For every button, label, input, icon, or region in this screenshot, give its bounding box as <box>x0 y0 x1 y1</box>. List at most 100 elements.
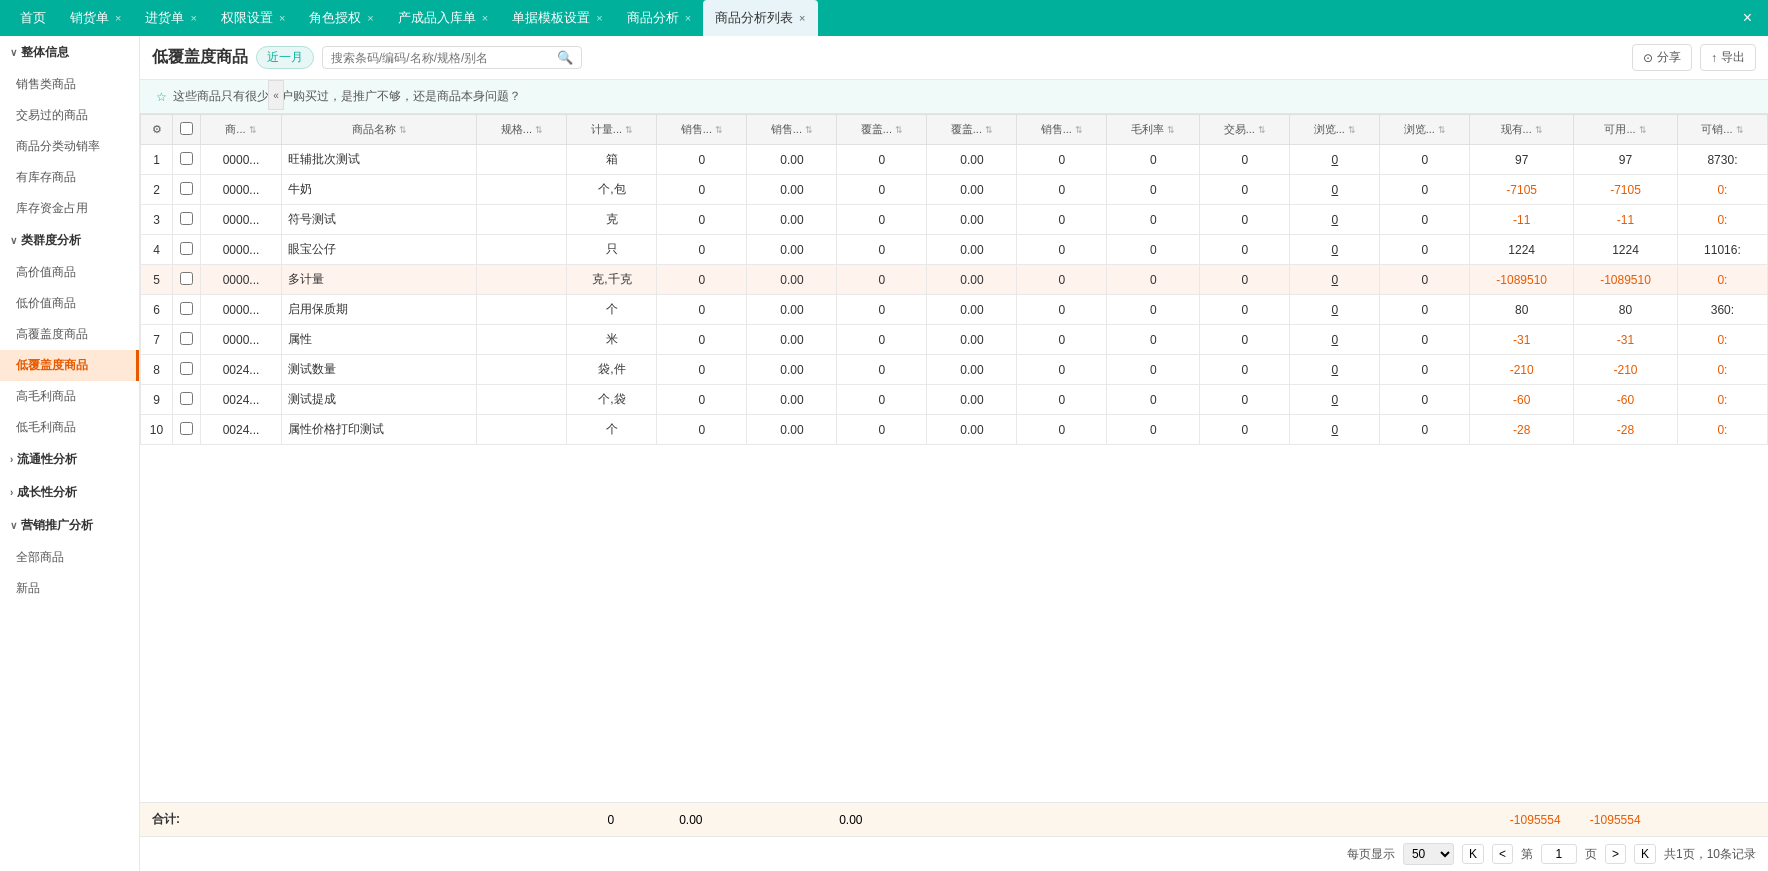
sidebar-item-category-rate[interactable]: 商品分类动销率 <box>0 131 139 162</box>
row-select-checkbox[interactable] <box>180 242 193 255</box>
row-select-checkbox[interactable] <box>180 332 193 345</box>
row-select-checkbox[interactable] <box>180 392 193 405</box>
row-checkbox[interactable] <box>173 145 201 175</box>
close-icon[interactable]: × <box>685 12 691 24</box>
nav-item-product-analysis-list[interactable]: 商品分析列表 × <box>703 0 817 36</box>
nav-item-home[interactable]: 首页 <box>8 0 58 36</box>
sort-icon[interactable]: ⇅ <box>399 125 407 135</box>
row-select-checkbox[interactable] <box>180 152 193 165</box>
page-input[interactable] <box>1541 844 1577 864</box>
nav-item-roles[interactable]: 角色授权 × <box>297 0 385 36</box>
sort-icon[interactable]: ⇅ <box>1258 125 1266 135</box>
row-view1[interactable]: 0 <box>1290 415 1380 445</box>
row-select-checkbox[interactable] <box>180 272 193 285</box>
sort-icon[interactable]: ⇅ <box>1075 125 1083 135</box>
row-view1[interactable]: 0 <box>1290 295 1380 325</box>
row-checkbox[interactable] <box>173 175 201 205</box>
row-view1[interactable]: 0 <box>1290 235 1380 265</box>
row-view1[interactable]: 0 <box>1290 205 1380 235</box>
sidebar-item-traded-goods[interactable]: 交易过的商品 <box>0 100 139 131</box>
sort-icon[interactable]: ⇅ <box>1348 125 1356 135</box>
row-checkbox[interactable] <box>173 415 201 445</box>
search-input[interactable] <box>331 51 557 65</box>
sidebar-collapse-button[interactable]: « <box>268 80 284 110</box>
nav-item-permissions[interactable]: 权限设置 × <box>209 0 297 36</box>
view1-link[interactable]: 0 <box>1331 363 1338 377</box>
sidebar-section-growth[interactable]: › 成长性分析 <box>0 476 139 509</box>
prev-page-button[interactable]: < <box>1492 844 1513 864</box>
row-checkbox[interactable] <box>173 295 201 325</box>
sort-icon[interactable]: ⇅ <box>1535 125 1543 135</box>
row-checkbox[interactable] <box>173 235 201 265</box>
sort-icon[interactable]: ⇅ <box>1639 125 1647 135</box>
row-select-checkbox[interactable] <box>180 422 193 435</box>
row-view1[interactable]: 0 <box>1290 355 1380 385</box>
view1-link[interactable]: 0 <box>1331 303 1338 317</box>
row-view1[interactable]: 0 <box>1290 145 1380 175</box>
nav-item-template-settings[interactable]: 单据模板设置 × <box>500 0 614 36</box>
share-button[interactable]: ⊙ 分享 <box>1632 44 1692 71</box>
last-page-button[interactable]: K <box>1634 844 1656 864</box>
sort-icon[interactable]: ⇅ <box>715 125 723 135</box>
nav-item-finished-goods[interactable]: 产成品入库单 × <box>386 0 500 36</box>
view1-link[interactable]: 0 <box>1331 393 1338 407</box>
sidebar-item-low-coverage[interactable]: 低覆盖度商品 <box>0 350 139 381</box>
close-icon[interactable]: × <box>190 12 196 24</box>
row-checkbox[interactable] <box>173 355 201 385</box>
row-select-checkbox[interactable] <box>180 212 193 225</box>
row-select-checkbox[interactable] <box>180 302 193 315</box>
close-icon[interactable]: × <box>482 12 488 24</box>
row-select-checkbox[interactable] <box>180 182 193 195</box>
sort-icon[interactable]: ⇅ <box>249 125 257 135</box>
view1-link[interactable]: 0 <box>1331 183 1338 197</box>
close-icon[interactable]: × <box>367 12 373 24</box>
first-page-button[interactable]: K <box>1462 844 1484 864</box>
window-close-button[interactable]: × <box>1735 9 1760 27</box>
sort-icon[interactable]: ⇅ <box>625 125 633 135</box>
sort-icon[interactable]: ⇅ <box>1438 125 1446 135</box>
settings-column-header[interactable]: ⚙ <box>141 115 173 145</box>
row-checkbox[interactable] <box>173 205 201 235</box>
view1-link[interactable]: 0 <box>1331 243 1338 257</box>
per-page-select[interactable]: 50 20 100 <box>1403 843 1454 865</box>
period-button[interactable]: 近一月 <box>256 46 314 69</box>
sort-icon[interactable]: ⇅ <box>535 125 543 135</box>
sidebar-item-sales-goods[interactable]: 销售类商品 <box>0 69 139 100</box>
close-icon[interactable]: × <box>596 12 602 24</box>
row-checkbox[interactable] <box>173 385 201 415</box>
sidebar-item-low-margin[interactable]: 低毛利商品 <box>0 412 139 443</box>
view1-link[interactable]: 0 <box>1331 333 1338 347</box>
nav-item-sales[interactable]: 销货单 × <box>58 0 133 36</box>
sidebar-item-high-margin[interactable]: 高毛利商品 <box>0 381 139 412</box>
nav-item-purchase[interactable]: 进货单 × <box>133 0 208 36</box>
nav-item-product-analysis[interactable]: 商品分析 × <box>615 0 703 36</box>
sort-icon[interactable]: ⇅ <box>985 125 993 135</box>
row-view1[interactable]: 0 <box>1290 325 1380 355</box>
sidebar-item-low-value[interactable]: 低价值商品 <box>0 288 139 319</box>
row-select-checkbox[interactable] <box>180 362 193 375</box>
sort-icon[interactable]: ⇅ <box>1736 125 1744 135</box>
view1-link[interactable]: 0 <box>1331 153 1338 167</box>
view1-link[interactable]: 0 <box>1331 273 1338 287</box>
sidebar-section-marketing[interactable]: ∨ 营销推广分析 <box>0 509 139 542</box>
sidebar-section-cluster[interactable]: ∨ 类群度分析 <box>0 224 139 257</box>
sidebar-item-all-goods[interactable]: 全部商品 <box>0 542 139 573</box>
sidebar-item-new-goods[interactable]: 新品 <box>0 573 139 604</box>
sort-icon[interactable]: ⇅ <box>1167 125 1175 135</box>
close-icon[interactable]: × <box>115 12 121 24</box>
sidebar-item-stocked-goods[interactable]: 有库存商品 <box>0 162 139 193</box>
close-icon[interactable]: × <box>279 12 285 24</box>
sort-icon[interactable]: ⇅ <box>805 125 813 135</box>
close-icon[interactable]: × <box>799 12 805 24</box>
sort-icon[interactable]: ⇅ <box>895 125 903 135</box>
row-checkbox[interactable] <box>173 265 201 295</box>
sidebar-item-high-coverage[interactable]: 高覆盖度商品 <box>0 319 139 350</box>
view1-link[interactable]: 0 <box>1331 213 1338 227</box>
sidebar-section-liquidity[interactable]: › 流通性分析 <box>0 443 139 476</box>
select-all-checkbox[interactable] <box>180 122 193 135</box>
sidebar-item-high-value[interactable]: 高价值商品 <box>0 257 139 288</box>
row-view1[interactable]: 0 <box>1290 385 1380 415</box>
export-button[interactable]: ↑ 导出 <box>1700 44 1756 71</box>
next-page-button[interactable]: > <box>1605 844 1626 864</box>
sidebar-section-overall[interactable]: ∨ 整体信息 <box>0 36 139 69</box>
